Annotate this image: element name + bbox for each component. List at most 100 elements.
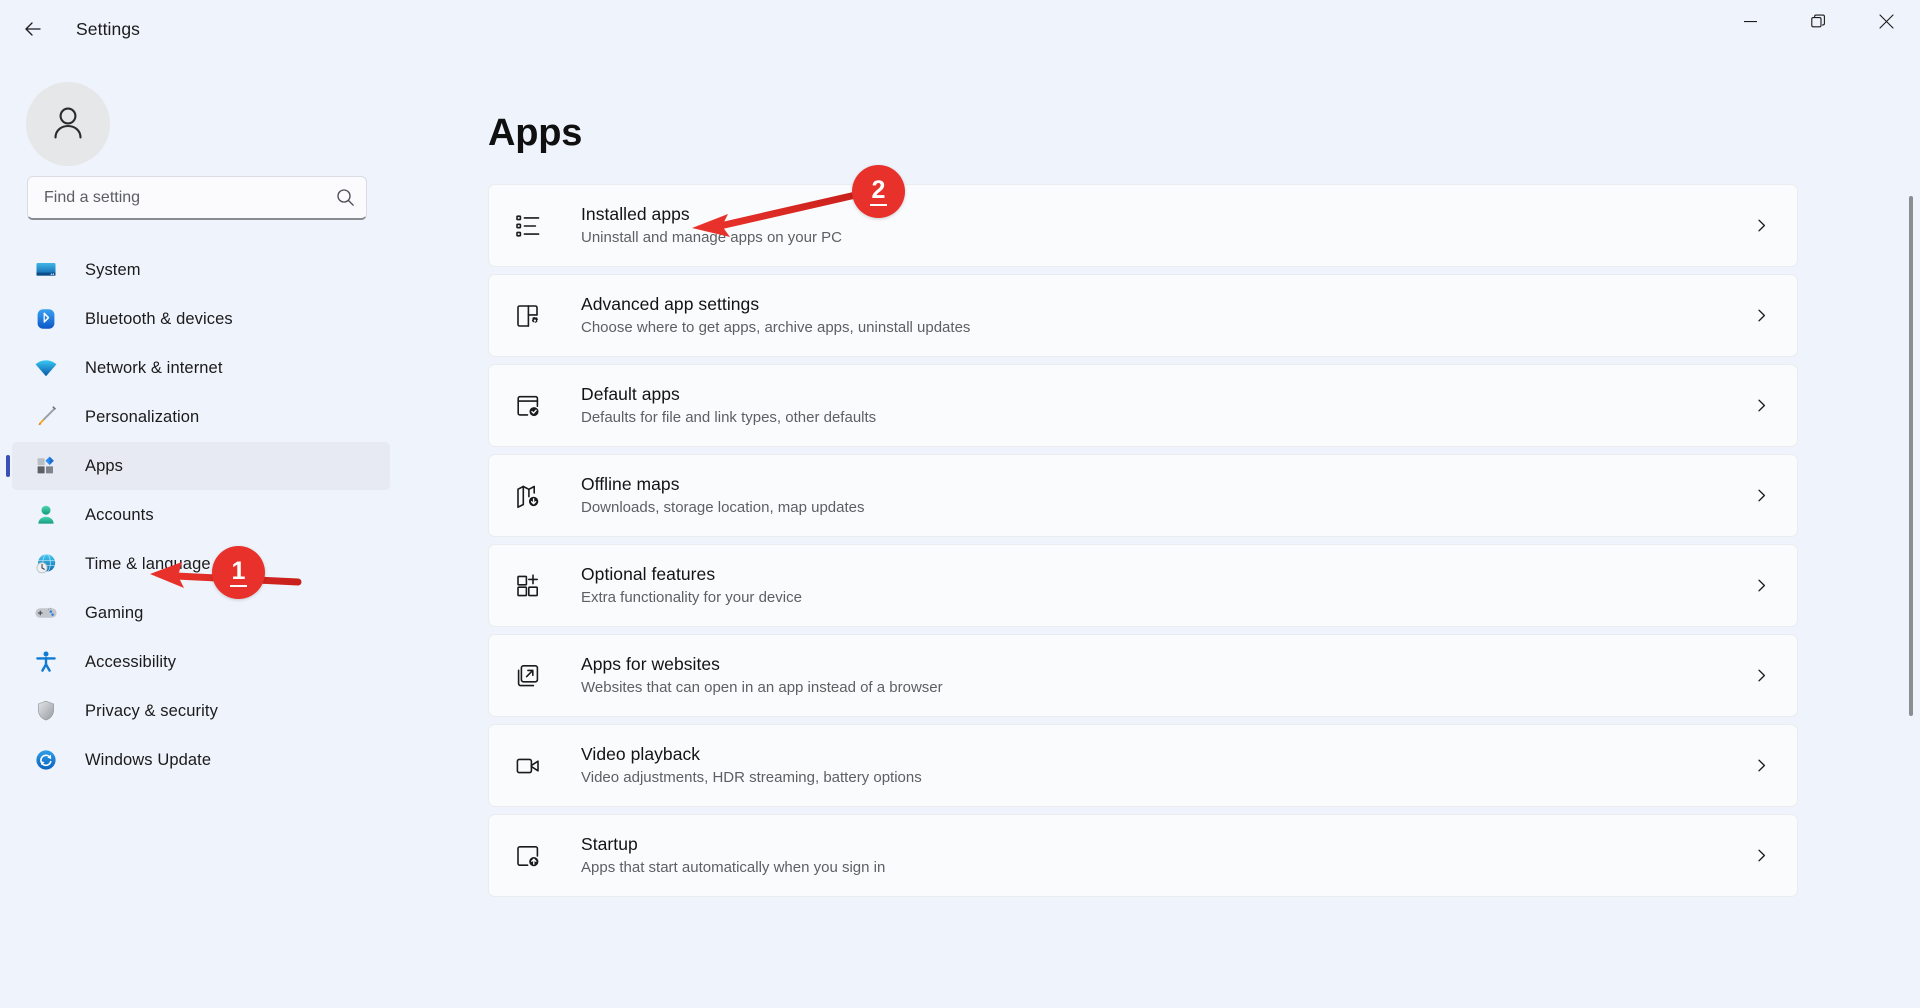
- minimize-button[interactable]: [1716, 0, 1784, 47]
- sidebar: System Bluetooth & devices: [0, 58, 400, 1008]
- card-text: Advanced app settings Choose where to ge…: [581, 293, 970, 339]
- search-box[interactable]: [27, 176, 367, 220]
- annotation-badge-2: 2: [852, 165, 905, 218]
- minimize-icon: [1744, 15, 1757, 33]
- startup-upload-icon: [511, 839, 545, 873]
- card-optional-features[interactable]: Optional features Extra functionality fo…: [488, 544, 1798, 627]
- card-title: Advanced app settings: [581, 293, 970, 317]
- card-title: Startup: [581, 833, 885, 857]
- system-monitor-icon: [32, 256, 60, 284]
- sidebar-item-windows-update[interactable]: Windows Update: [12, 736, 390, 784]
- card-subtitle: Defaults for file and link types, other …: [581, 408, 876, 428]
- card-advanced-app-settings[interactable]: Advanced app settings Choose where to ge…: [488, 274, 1798, 357]
- card-title: Video playback: [581, 743, 922, 767]
- card-installed-apps[interactable]: Installed apps Uninstall and manage apps…: [488, 184, 1798, 267]
- sidebar-item-label: Accessibility: [85, 653, 176, 672]
- sidebar-item-system[interactable]: System: [12, 246, 390, 294]
- sidebar-item-label: Privacy & security: [85, 702, 218, 721]
- installed-apps-list-icon: [511, 209, 545, 243]
- advanced-app-settings-gear-icon: [511, 299, 545, 333]
- page-title: Apps: [488, 112, 582, 155]
- sidebar-item-bluetooth-devices[interactable]: Bluetooth & devices: [12, 295, 390, 343]
- card-subtitle: Apps that start automatically when you s…: [581, 858, 885, 878]
- sidebar-item-label: Accounts: [85, 506, 154, 525]
- chevron-right-icon[interactable]: [1751, 486, 1771, 506]
- clock-globe-icon: [32, 550, 60, 578]
- card-subtitle: Websites that can open in an app instead…: [581, 678, 943, 698]
- title-bar: Settings: [0, 0, 1920, 58]
- chevron-right-icon[interactable]: [1751, 396, 1771, 416]
- sidebar-item-accessibility[interactable]: Accessibility: [12, 638, 390, 686]
- restore-icon: [1811, 14, 1826, 34]
- sidebar-item-network-internet[interactable]: Network & internet: [12, 344, 390, 392]
- search-input[interactable]: [44, 189, 334, 207]
- sidebar-item-accounts[interactable]: Accounts: [12, 491, 390, 539]
- close-icon: [1879, 14, 1894, 34]
- selection-indicator: [6, 455, 10, 477]
- card-offline-maps[interactable]: Offline maps Downloads, storage location…: [488, 454, 1798, 537]
- card-text: Apps for websites Websites that can open…: [581, 653, 943, 699]
- card-text: Startup Apps that start automatically wh…: [581, 833, 885, 879]
- card-text: Video playback Video adjustments, HDR st…: [581, 743, 922, 789]
- sidebar-item-label: System: [85, 261, 141, 280]
- sidebar-item-label: Windows Update: [85, 751, 211, 770]
- card-video-playback[interactable]: Video playback Video adjustments, HDR st…: [488, 724, 1798, 807]
- gamepad-icon: [32, 599, 60, 627]
- card-subtitle: Extra functionality for your device: [581, 588, 802, 608]
- back-button[interactable]: [12, 8, 54, 50]
- back-arrow-icon: [21, 17, 45, 41]
- offline-maps-download-icon: [511, 479, 545, 513]
- settings-card-list: Installed apps Uninstall and manage apps…: [488, 184, 1798, 904]
- user-avatar-icon: [46, 100, 90, 149]
- sidebar-item-apps[interactable]: Apps: [12, 442, 390, 490]
- card-subtitle: Choose where to get apps, archive apps, …: [581, 318, 970, 338]
- window-controls: [1716, 0, 1920, 47]
- apps-tiles-icon: [32, 452, 60, 480]
- chevron-right-icon[interactable]: [1751, 666, 1771, 686]
- sidebar-nav: System Bluetooth & devices: [12, 246, 390, 785]
- update-refresh-icon: [32, 746, 60, 774]
- shield-icon: [32, 697, 60, 725]
- card-title: Offline maps: [581, 473, 865, 497]
- scrollbar-thumb[interactable]: [1909, 196, 1913, 716]
- app-title: Settings: [76, 19, 140, 40]
- paintbrush-icon: [32, 403, 60, 431]
- sidebar-item-label: Network & internet: [85, 359, 223, 378]
- card-subtitle: Downloads, storage location, map updates: [581, 498, 865, 518]
- card-subtitle: Video adjustments, HDR streaming, batter…: [581, 768, 922, 788]
- chevron-right-icon[interactable]: [1751, 306, 1771, 326]
- sidebar-item-privacy-security[interactable]: Privacy & security: [12, 687, 390, 735]
- avatar-wrapper: [26, 82, 110, 166]
- card-title: Default apps: [581, 383, 876, 407]
- search-icon: [334, 187, 356, 209]
- card-default-apps[interactable]: Default apps Defaults for file and link …: [488, 364, 1798, 447]
- card-startup[interactable]: Startup Apps that start automatically wh…: [488, 814, 1798, 897]
- chevron-right-icon[interactable]: [1751, 846, 1771, 866]
- annotation-number: 2: [870, 177, 888, 205]
- sidebar-item-label: Gaming: [85, 604, 143, 623]
- sidebar-item-personalization[interactable]: Personalization: [12, 393, 390, 441]
- video-camera-icon: [511, 749, 545, 783]
- card-text: Default apps Defaults for file and link …: [581, 383, 876, 429]
- accessibility-icon: [32, 648, 60, 676]
- avatar[interactable]: [26, 82, 110, 166]
- default-apps-check-icon: [511, 389, 545, 423]
- annotation-badge-1: 1: [212, 546, 265, 599]
- chevron-right-icon[interactable]: [1751, 216, 1771, 236]
- maximize-button[interactable]: [1784, 0, 1852, 47]
- card-text: Optional features Extra functionality fo…: [581, 563, 802, 609]
- card-apps-for-websites[interactable]: Apps for websites Websites that can open…: [488, 634, 1798, 717]
- chevron-right-icon[interactable]: [1751, 756, 1771, 776]
- card-title: Apps for websites: [581, 653, 943, 677]
- close-button[interactable]: [1852, 0, 1920, 47]
- wifi-icon: [32, 354, 60, 382]
- main-content: Apps Installed apps Uninstall and manage…: [400, 58, 1920, 1008]
- card-text: Offline maps Downloads, storage location…: [581, 473, 865, 519]
- card-title: Optional features: [581, 563, 802, 587]
- chevron-right-icon[interactable]: [1751, 576, 1771, 596]
- sidebar-item-label: Bluetooth & devices: [85, 310, 233, 329]
- optional-features-plus-icon: [511, 569, 545, 603]
- scrollbar-track[interactable]: [1906, 178, 1916, 1008]
- sidebar-item-label: Personalization: [85, 408, 199, 427]
- bluetooth-icon: [32, 305, 60, 333]
